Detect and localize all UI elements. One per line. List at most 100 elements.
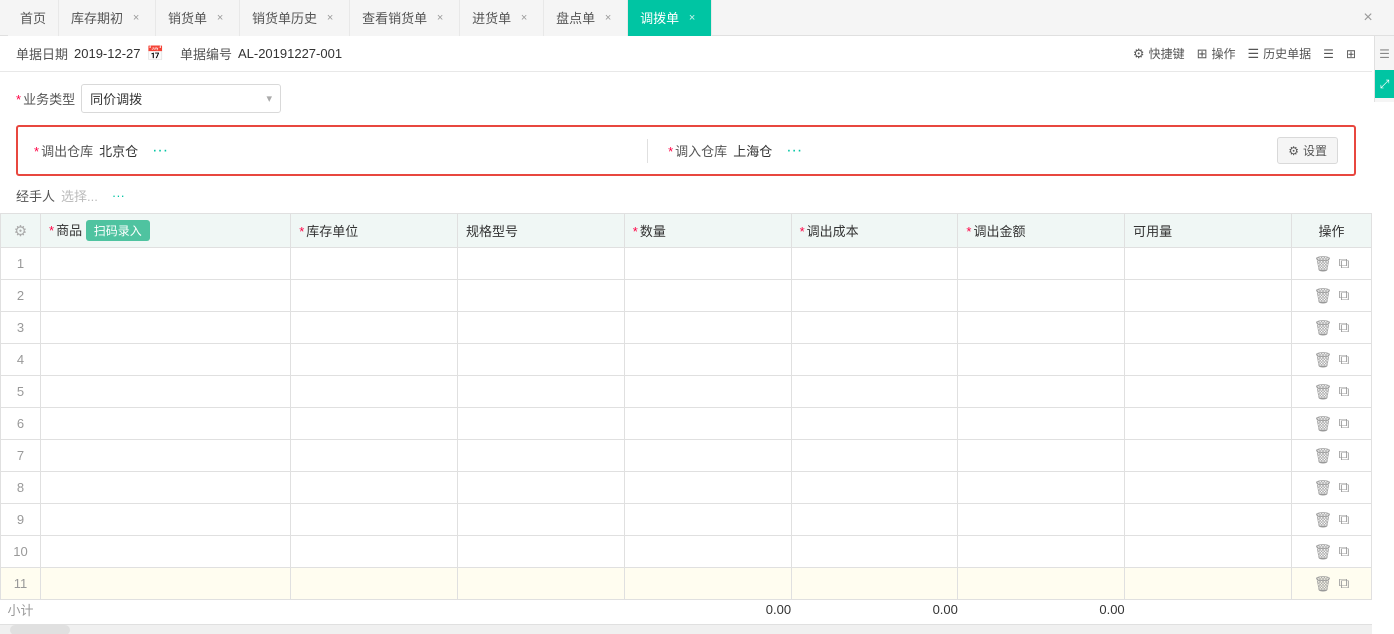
cell-unit-6[interactable] [291, 408, 458, 440]
cell-available-1[interactable] [1125, 248, 1292, 280]
tab-inventory-check[interactable]: 盘点单 × [544, 0, 628, 36]
cell-unit-10[interactable] [291, 536, 458, 568]
copy-row-button[interactable]: ⧉ [1339, 479, 1350, 496]
cell-unit-4[interactable] [291, 344, 458, 376]
cell-spec-2[interactable] [457, 280, 624, 312]
history-button[interactable]: ☰ 历史单据 [1248, 45, 1312, 62]
cell-quantity-1[interactable] [624, 248, 791, 280]
cell-product-1[interactable] [41, 248, 291, 280]
tab-close-sales-history[interactable]: × [323, 11, 337, 25]
operation-button[interactable]: ⊞ 操作 [1197, 45, 1236, 62]
copy-row-button[interactable]: ⧉ [1339, 415, 1350, 432]
sidebar-expand-icon[interactable]: ⤢ [1375, 70, 1394, 98]
horizontal-scrollbar[interactable] [0, 624, 1372, 634]
cell-spec-10[interactable] [457, 536, 624, 568]
cell-amount-2[interactable] [958, 280, 1125, 312]
delete-row-button[interactable]: 🗑 [1314, 543, 1333, 561]
delete-row-button[interactable]: 🗑 [1314, 447, 1333, 465]
cell-unit-7[interactable] [291, 440, 458, 472]
cell-unit-1[interactable] [291, 248, 458, 280]
cell-available-3[interactable] [1125, 312, 1292, 344]
calendar-icon[interactable]: 📅 [147, 45, 164, 62]
layout-button-list[interactable]: ☰ [1323, 47, 1334, 61]
cell-spec-4[interactable] [457, 344, 624, 376]
cell-unit-3[interactable] [291, 312, 458, 344]
cell-cost-11[interactable] [791, 568, 958, 600]
cell-cost-10[interactable] [791, 536, 958, 568]
tab-purchase-order[interactable]: 进货单 × [460, 0, 544, 36]
tab-close-purchase-order[interactable]: × [517, 11, 531, 25]
cell-product-2[interactable] [41, 280, 291, 312]
tab-inventory-init[interactable]: 库存期初 × [59, 0, 156, 36]
sidebar-doc-icon[interactable]: ☰ [1375, 40, 1394, 68]
cell-cost-4[interactable] [791, 344, 958, 376]
tab-close-view-sales[interactable]: × [433, 11, 447, 25]
copy-row-button[interactable]: ⧉ [1339, 383, 1350, 400]
cell-available-8[interactable] [1125, 472, 1292, 504]
tab-close-inventory-init[interactable]: × [129, 11, 143, 25]
cell-cost-9[interactable] [791, 504, 958, 536]
delete-row-button[interactable]: 🗑 [1314, 351, 1333, 369]
cell-available-2[interactable] [1125, 280, 1292, 312]
cell-product-5[interactable] [41, 376, 291, 408]
cell-cost-8[interactable] [791, 472, 958, 504]
cell-spec-5[interactable] [457, 376, 624, 408]
cell-product-9[interactable] [41, 504, 291, 536]
cell-amount-3[interactable] [958, 312, 1125, 344]
handler-dots-button[interactable]: ··· [112, 188, 125, 203]
cell-available-9[interactable] [1125, 504, 1292, 536]
scan-button[interactable]: 扫码录入 [86, 220, 150, 241]
cell-spec-7[interactable] [457, 440, 624, 472]
cell-product-7[interactable] [41, 440, 291, 472]
cell-available-6[interactable] [1125, 408, 1292, 440]
cell-amount-6[interactable] [958, 408, 1125, 440]
copy-row-button[interactable]: ⧉ [1339, 255, 1350, 272]
cell-spec-6[interactable] [457, 408, 624, 440]
cell-spec-9[interactable] [457, 504, 624, 536]
cell-unit-2[interactable] [291, 280, 458, 312]
cell-unit-9[interactable] [291, 504, 458, 536]
delete-row-button[interactable]: 🗑 [1314, 255, 1333, 273]
cell-product-11[interactable] [41, 568, 291, 600]
cell-spec-8[interactable] [457, 472, 624, 504]
cell-amount-9[interactable] [958, 504, 1125, 536]
cell-quantity-2[interactable] [624, 280, 791, 312]
cell-amount-4[interactable] [958, 344, 1125, 376]
cell-quantity-3[interactable] [624, 312, 791, 344]
settings-button[interactable]: ⚙ 设置 [1277, 137, 1338, 164]
cell-available-11[interactable] [1125, 568, 1292, 600]
cell-unit-5[interactable] [291, 376, 458, 408]
tab-home[interactable]: 首页 [8, 0, 59, 36]
cell-cost-2[interactable] [791, 280, 958, 312]
cell-unit-8[interactable] [291, 472, 458, 504]
layout-button-grid[interactable]: ⊞ [1346, 47, 1356, 61]
cell-quantity-8[interactable] [624, 472, 791, 504]
delete-row-button[interactable]: 🗑 [1314, 383, 1333, 401]
cell-quantity-4[interactable] [624, 344, 791, 376]
cell-product-3[interactable] [41, 312, 291, 344]
cell-product-6[interactable] [41, 408, 291, 440]
shortcut-button[interactable]: ⚙ 快捷键 [1133, 45, 1185, 62]
tab-close-sales-order[interactable]: × [213, 11, 227, 25]
cell-spec-3[interactable] [457, 312, 624, 344]
cell-available-7[interactable] [1125, 440, 1292, 472]
cell-spec-11[interactable] [457, 568, 624, 600]
cell-cost-1[interactable] [791, 248, 958, 280]
tab-sales-history[interactable]: 销货单历史 × [240, 0, 350, 36]
tab-close-inventory-check[interactable]: × [601, 11, 615, 25]
cell-quantity-10[interactable] [624, 536, 791, 568]
cell-amount-1[interactable] [958, 248, 1125, 280]
cell-spec-1[interactable] [457, 248, 624, 280]
cell-quantity-11[interactable] [624, 568, 791, 600]
copy-row-button[interactable]: ⧉ [1339, 447, 1350, 464]
copy-row-button[interactable]: ⧉ [1339, 351, 1350, 368]
copy-row-button[interactable]: ⧉ [1339, 575, 1350, 592]
delete-row-button[interactable]: 🗑 [1314, 319, 1333, 337]
handler-input[interactable]: 选择... [61, 186, 98, 205]
cell-cost-7[interactable] [791, 440, 958, 472]
tab-transfer-order[interactable]: 调拨单 × [628, 0, 712, 36]
cell-product-4[interactable] [41, 344, 291, 376]
cell-amount-8[interactable] [958, 472, 1125, 504]
out-warehouse-dots-button[interactable]: ··· [152, 142, 168, 160]
cell-cost-3[interactable] [791, 312, 958, 344]
